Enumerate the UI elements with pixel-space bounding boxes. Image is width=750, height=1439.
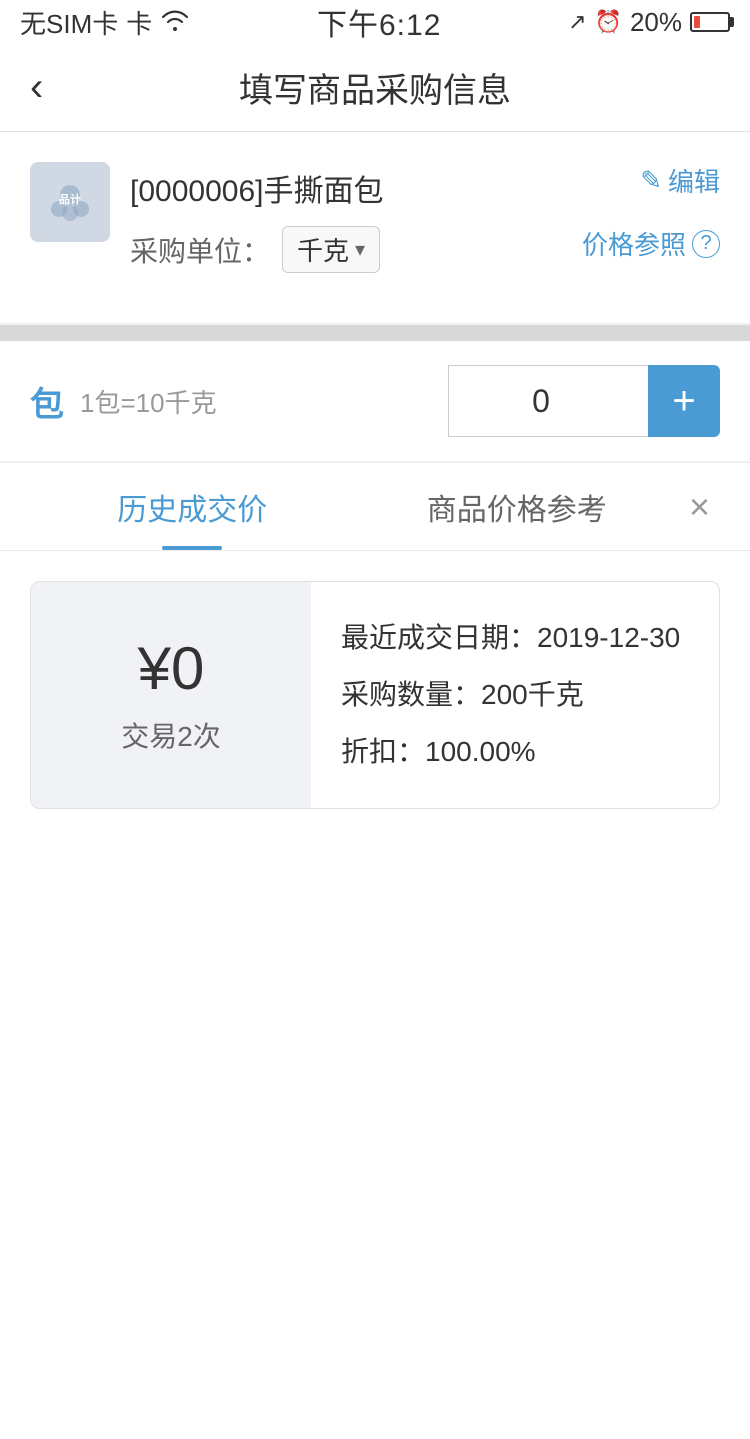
discount-value: 100.00% xyxy=(425,736,536,767)
nav-bar: ‹ 填写商品采购信息 xyxy=(0,44,750,132)
battery-percent: 20% xyxy=(630,7,682,38)
plus-icon: + xyxy=(672,379,695,424)
edit-button[interactable]: ✎ 编辑 xyxy=(640,162,720,199)
back-button[interactable]: ‹ xyxy=(20,55,53,120)
quantity-control: + xyxy=(448,365,720,437)
tab-close-button[interactable]: × xyxy=(679,476,720,538)
quantity-unit: 包 xyxy=(30,377,64,426)
tab-history-label: 历史成交价 xyxy=(117,485,267,529)
price-amount: ¥0 xyxy=(138,634,205,703)
help-icon: ? xyxy=(692,230,720,258)
tab-content-history: ¥0 交易2次 最近成交日期：2019-12-30 采购数量：200千克 折扣：… xyxy=(0,551,750,839)
tabs-header: 历史成交价 商品价格参考 × xyxy=(0,463,750,551)
unit-dropdown[interactable]: 千克 ▾ xyxy=(282,226,380,273)
status-bar: 无SIM卡 卡 下午6:12 ↗ ⏰ 20% xyxy=(0,0,750,44)
dropdown-arrow-icon: ▾ xyxy=(355,237,365,262)
price-card: ¥0 交易2次 最近成交日期：2019-12-30 采购数量：200千克 折扣：… xyxy=(30,581,720,809)
tab-price-ref[interactable]: 商品价格参考 xyxy=(354,463,678,550)
quantity-row: 包 1包=10千克 + xyxy=(0,341,750,461)
tab-history-price[interactable]: 历史成交价 xyxy=(30,463,354,550)
status-time: 下午6:12 xyxy=(317,0,441,44)
section-divider xyxy=(0,325,750,341)
battery-indicator xyxy=(690,12,730,32)
price-detail-date: 最近成交日期：2019-12-30 xyxy=(341,618,689,657)
page-title: 填写商品采购信息 xyxy=(239,63,511,112)
price-card-right: 最近成交日期：2019-12-30 采购数量：200千克 折扣：100.00% xyxy=(311,582,719,808)
date-value: 2019-12-30 xyxy=(537,622,680,653)
price-card-left: ¥0 交易2次 xyxy=(31,582,311,808)
tab-priceref-label: 商品价格参考 xyxy=(427,485,607,529)
currency-symbol: ¥ xyxy=(138,635,171,702)
alarm-icon: ⏰ xyxy=(595,9,622,35)
unit-label: 采购单位： xyxy=(130,230,270,270)
unit-value: 千克 xyxy=(297,231,349,268)
status-right: ↗ ⏰ 20% xyxy=(568,7,730,38)
qty-label: 采购数量： xyxy=(341,679,481,710)
tab-active-indicator xyxy=(162,546,222,550)
quantity-plus-button[interactable]: + xyxy=(648,365,720,437)
price-detail-quantity: 采购数量：200千克 xyxy=(341,675,689,714)
quantity-input[interactable] xyxy=(448,365,648,437)
discount-label: 折扣： xyxy=(341,736,425,767)
price-detail-discount: 折扣：100.00% xyxy=(341,732,689,771)
product-card: 品计 [0000006]手撕面包 采购单位： 千克 ▾ ✎ 编辑 xyxy=(0,132,750,323)
price-ref-label: 价格参照 xyxy=(582,225,686,262)
price-value: 0 xyxy=(171,635,204,702)
product-thumbnail: 品计 xyxy=(30,162,110,242)
edit-icon: ✎ xyxy=(640,165,662,196)
tabs-panel: 历史成交价 商品价格参考 × ¥0 交易2次 最近成交日期：2019-12-30… xyxy=(0,463,750,839)
price-ref-button[interactable]: 价格参照 ? xyxy=(582,225,720,262)
edit-label: 编辑 xyxy=(668,162,720,199)
date-label: 最近成交日期： xyxy=(341,622,537,653)
product-name: [0000006]手撕面包 xyxy=(130,166,383,210)
carrier-label: 无SIM卡 xyxy=(20,4,118,41)
quantity-conversion: 1包=10千克 xyxy=(80,383,217,420)
location-icon: ↗ xyxy=(568,9,586,35)
svg-text:品计: 品计 xyxy=(59,192,81,206)
price-transactions: 交易2次 xyxy=(121,715,221,755)
status-left: 无SIM卡 卡 xyxy=(20,4,190,41)
bottom-space xyxy=(0,839,750,1439)
wifi-icon xyxy=(160,7,190,38)
qty-value: 200千克 xyxy=(481,679,584,710)
sim-label: 卡 xyxy=(126,4,152,41)
